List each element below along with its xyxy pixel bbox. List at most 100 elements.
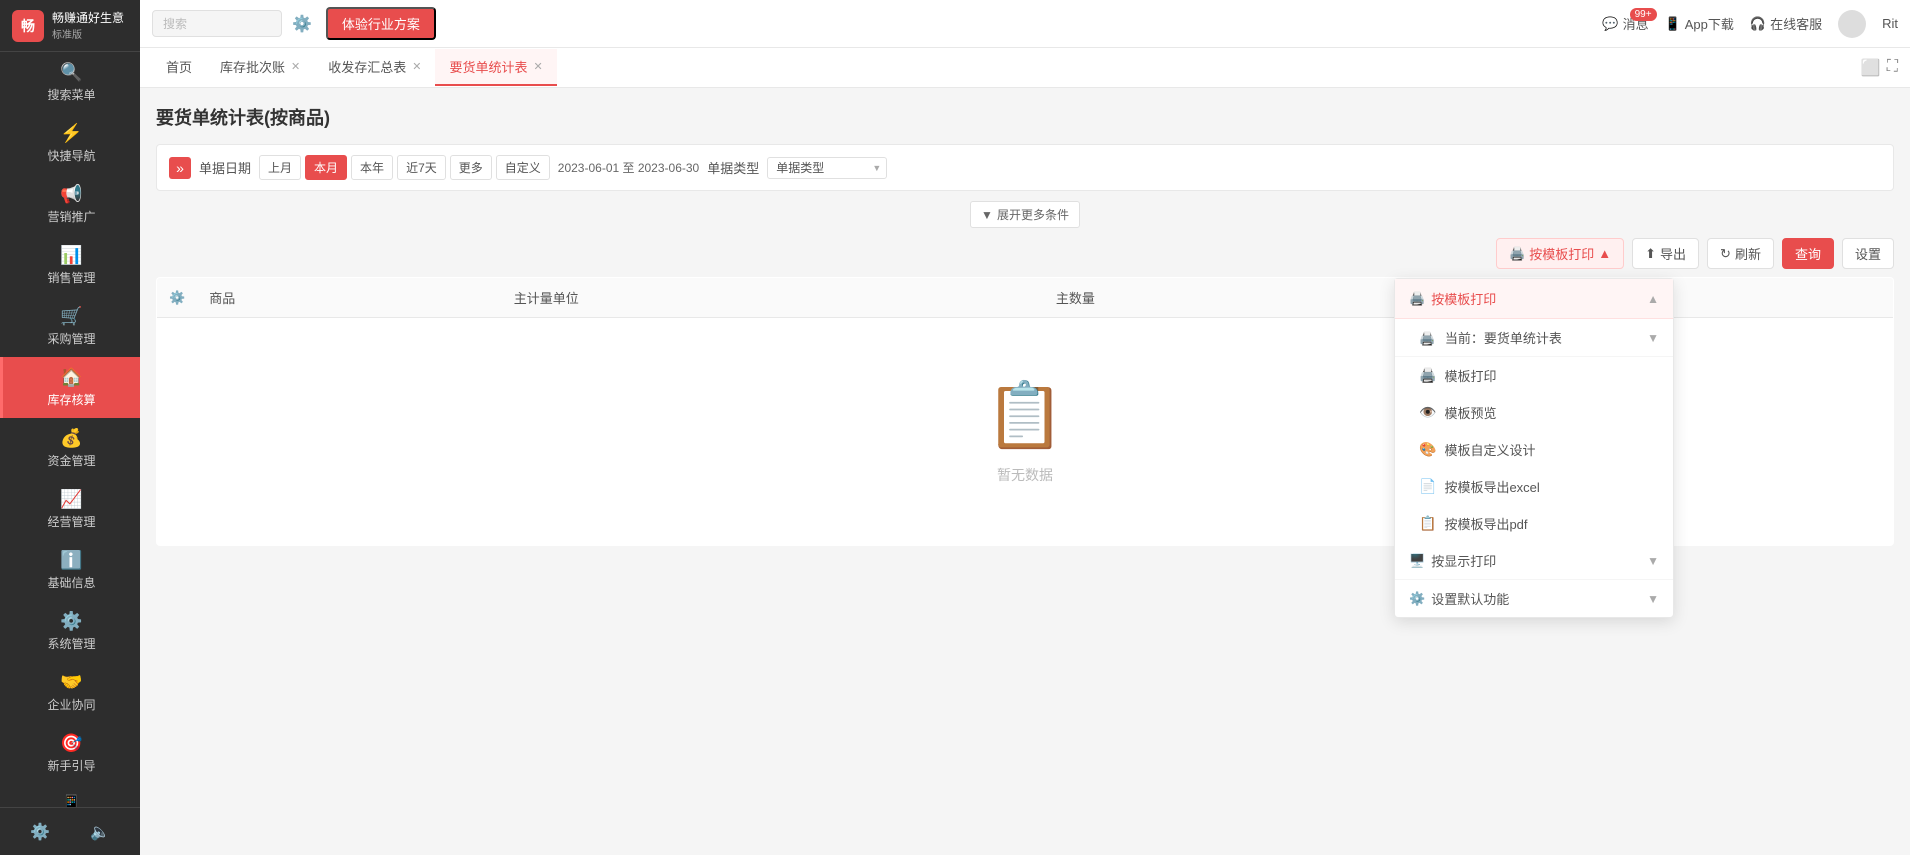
- user-avatar[interactable]: [1838, 10, 1866, 38]
- current-template-item[interactable]: 🖨️ 当前：要货单统计表 ▼: [1395, 319, 1673, 356]
- toolbar: 🖨️ 按模板打印 ▲ ⬆ 导出 ↻ 刷新 查询 设置: [156, 238, 1894, 269]
- type-select-wrap: 单据类型: [767, 157, 887, 179]
- tab-close-receipt_summary[interactable]: ✕: [412, 60, 421, 73]
- template_custom-label: 模板自定义设计: [1444, 440, 1535, 459]
- table-settings-icon[interactable]: ⚙️: [169, 290, 185, 305]
- display-print-toggle[interactable]: 🖥️ 按显示打印 ▼: [1395, 542, 1673, 579]
- expand-label: 展开更多条件: [997, 206, 1069, 223]
- print-dropdown-item-export_excel[interactable]: 📄 按模板导出excel: [1395, 468, 1673, 505]
- print-dropdown-item-template_print[interactable]: 🖨️ 模板打印: [1395, 357, 1673, 394]
- template_preview-label: 模板预览: [1444, 403, 1496, 422]
- current-icon: 🖨️: [1419, 331, 1435, 346]
- sidebar-item-appcenter[interactable]: 📱 应用中心: [0, 784, 140, 807]
- sidebar-item-shortcut[interactable]: ⚡ 快捷导航: [0, 113, 140, 174]
- print-dropdown: 🖨️ 按模板打印 ▲ 🖨️ 当前：要货单统计表 ▼: [1394, 278, 1674, 618]
- default-function-arrow: ▼: [1647, 592, 1659, 606]
- sidebar-bottom: ⚙️ 🔈: [0, 807, 140, 855]
- date-option-更多[interactable]: 更多: [450, 155, 492, 180]
- export_excel-icon: 📄: [1419, 478, 1436, 495]
- sidebar-item-finance[interactable]: 💰 资金管理: [0, 418, 140, 479]
- date-option-上月[interactable]: 上月: [259, 155, 301, 180]
- page-area: 要货单统计表(按商品) » 单据日期 上月本月本年近7天更多自定义 2023-0…: [140, 88, 1910, 855]
- tab-receipt_summary[interactable]: 收发存汇总表✕: [314, 49, 435, 86]
- search-bar[interactable]: 搜索: [152, 10, 282, 37]
- date-filter-label: 单据日期: [199, 158, 251, 177]
- print-template-button[interactable]: 🖨️ 按模板打印 ▲: [1496, 238, 1624, 269]
- table-col-1: 商品: [197, 278, 502, 318]
- tabbar: 首页库存批次账✕收发存汇总表✕ 要货单统计表 ✕ ⬜ ⛶: [140, 48, 1910, 88]
- sidebar-item-search[interactable]: 🔍 搜索菜单: [0, 52, 140, 113]
- expand-more-button[interactable]: ▼ 展开更多条件: [970, 201, 1080, 228]
- operations-icon: 📈: [60, 489, 82, 510]
- tab-expand-icon[interactable]: ⛶: [1887, 58, 1898, 78]
- tab-label-order_stats: 要货单统计表: [449, 57, 527, 76]
- print-icon: 🖨️: [1509, 246, 1525, 262]
- cooperation-icon: 🤝: [60, 672, 82, 693]
- export_pdf-icon: 📋: [1419, 515, 1436, 532]
- online-service-button[interactable]: 🎧 在线客服: [1750, 14, 1822, 33]
- topbar-gear-icon[interactable]: ⚙️: [292, 14, 312, 34]
- sidebar-item-label: 企业协同: [47, 696, 95, 713]
- app-logo: 畅 畅赚通好生意 标准版: [0, 0, 140, 52]
- tab-close-order_stats[interactable]: ✕: [534, 60, 543, 73]
- date-options: 上月本月本年近7天更多自定义: [259, 155, 550, 180]
- message-badge: 99+: [1630, 8, 1657, 21]
- basic-icon: ℹ️: [60, 550, 82, 571]
- sidebar-item-purchase[interactable]: 🛒 采购管理: [0, 296, 140, 357]
- table-col-2: 主计量单位: [502, 278, 1044, 318]
- app-download-label: App下载: [1685, 14, 1734, 33]
- refresh-button[interactable]: ↻ 刷新: [1707, 238, 1774, 269]
- app-name: 畅赚通好生意: [52, 10, 124, 27]
- sidebar-item-cooperation[interactable]: 🤝 企业协同: [0, 662, 140, 723]
- message-button[interactable]: 💬 消息 99+: [1602, 14, 1648, 33]
- table-col-3: 主数量: [1044, 278, 1428, 318]
- export-button[interactable]: ⬆ 导出: [1632, 238, 1699, 269]
- app-download-icon: 📱: [1665, 16, 1681, 32]
- topbar-right: 💬 消息 99+ 📱 App下载 🎧 在线客服 Rit: [1602, 10, 1898, 38]
- sidebar-item-label: 经营管理: [47, 513, 95, 530]
- sidebar-item-label: 基础信息: [47, 574, 95, 591]
- sidebar: 畅 畅赚通好生意 标准版 🔍 搜索菜单⚡ 快捷导航📢 营销推广📊 销售管理🛒 采…: [0, 0, 140, 855]
- sound-icon[interactable]: 🔈: [90, 822, 110, 842]
- sidebar-item-basic[interactable]: ℹ️ 基础信息: [0, 540, 140, 601]
- settings-button[interactable]: 设置: [1842, 238, 1894, 269]
- default-function-toggle[interactable]: ⚙️ 设置默认功能 ▼: [1395, 580, 1673, 617]
- app-download-button[interactable]: 📱 App下载: [1665, 14, 1734, 33]
- sidebar-item-newguide[interactable]: 🎯 新手引导: [0, 723, 140, 784]
- display-print-icon: 🖥️: [1409, 553, 1425, 569]
- print-dropdown-title: 按模板打印: [1431, 289, 1496, 308]
- date-option-本月[interactable]: 本月: [305, 155, 347, 180]
- print-dropdown-item-export_pdf[interactable]: 📋 按模板导出pdf: [1395, 505, 1673, 542]
- print-dropdown-close-icon[interactable]: ▲: [1647, 292, 1659, 306]
- tab-order_stats[interactable]: 要货单统计表 ✕: [435, 49, 556, 86]
- query-button[interactable]: 查询: [1782, 238, 1834, 269]
- display-print-label: 按显示打印: [1431, 551, 1496, 570]
- system-icon: ⚙️: [60, 611, 82, 632]
- trial-button[interactable]: 体验行业方案: [326, 7, 436, 40]
- sidebar-item-marketing[interactable]: 📢 营销推广: [0, 174, 140, 235]
- settings-icon[interactable]: ⚙️: [30, 822, 50, 842]
- print-dropdown-item-template_custom[interactable]: 🎨 模板自定义设计: [1395, 431, 1673, 468]
- query-label: 查询: [1795, 244, 1821, 263]
- filter-expand-button[interactable]: »: [169, 157, 191, 179]
- tab-close-batch_accounts[interactable]: ✕: [291, 60, 300, 73]
- tab-home[interactable]: 首页: [152, 49, 206, 86]
- finance-icon: 💰: [60, 428, 82, 449]
- current-template-label: 🖨️ 当前：要货单统计表: [1419, 328, 1562, 347]
- date-option-近7天[interactable]: 近7天: [397, 155, 446, 180]
- sidebar-item-inventory[interactable]: 🏠 库存核算: [0, 357, 140, 418]
- print-label: 按模板打印: [1529, 244, 1594, 263]
- user-name: Rit: [1882, 16, 1898, 31]
- sidebar-item-sales[interactable]: 📊 销售管理: [0, 235, 140, 296]
- print-items-list: 🖨️ 模板打印👁️ 模板预览🎨 模板自定义设计📄 按模板导出excel📋 按模板…: [1395, 357, 1673, 542]
- date-option-本年[interactable]: 本年: [351, 155, 393, 180]
- sidebar-item-system[interactable]: ⚙️ 系统管理: [0, 601, 140, 662]
- tab-batch_accounts[interactable]: 库存批次账✕: [206, 49, 314, 86]
- template_print-icon: 🖨️: [1419, 367, 1436, 384]
- date-option-自定义[interactable]: 自定义: [496, 155, 550, 180]
- date-range-display: 2023-06-01 至 2023-06-30: [558, 159, 699, 176]
- sidebar-item-operations[interactable]: 📈 经营管理: [0, 479, 140, 540]
- print-dropdown-item-template_preview[interactable]: 👁️ 模板预览: [1395, 394, 1673, 431]
- type-select[interactable]: 单据类型: [767, 157, 887, 179]
- tab-maximize-icon[interactable]: ⬜: [1861, 58, 1881, 78]
